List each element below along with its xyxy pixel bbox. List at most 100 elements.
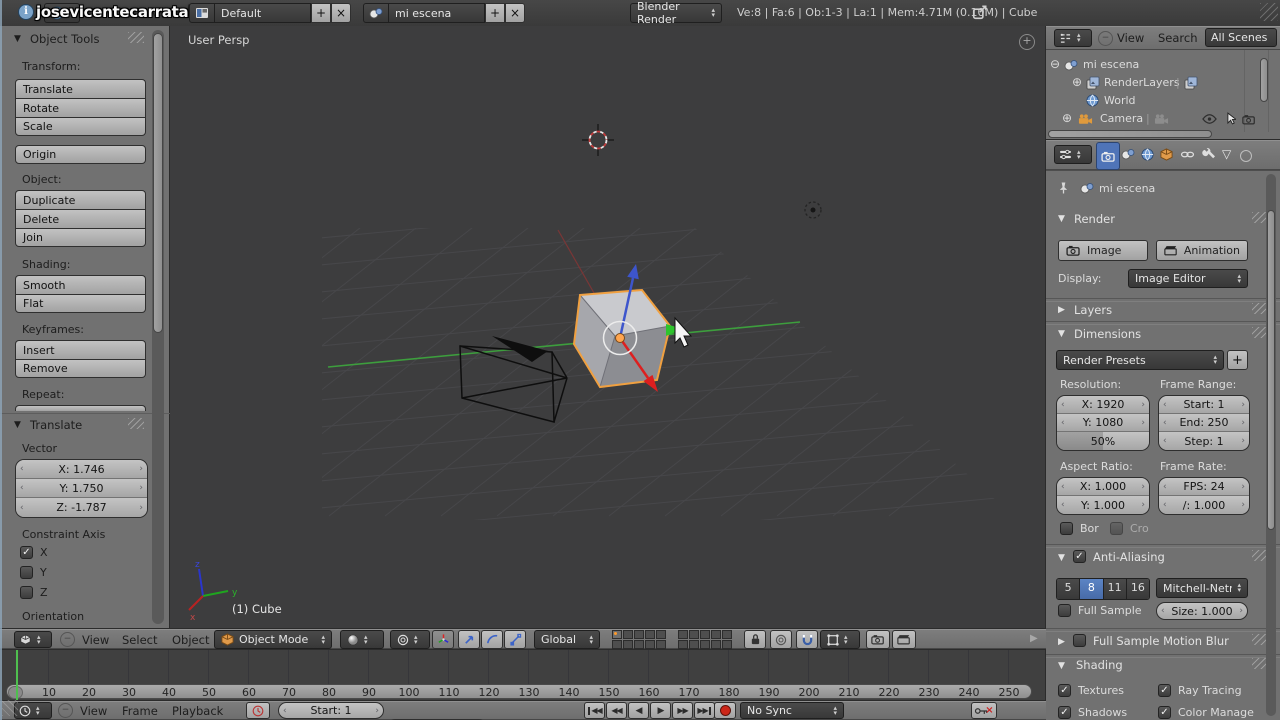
- outliner-row-world[interactable]: World: [1046, 92, 1280, 110]
- outliner-filter-dropdown[interactable]: All Scenes: [1205, 28, 1277, 47]
- tab-constraints[interactable]: [1180, 149, 1195, 160]
- render-panel-title[interactable]: Render: [1074, 212, 1115, 226]
- collapse-menus-icon[interactable]: −: [58, 703, 73, 718]
- menu-timeline-frame[interactable]: Frame: [122, 704, 158, 718]
- manipulator-rotate-button[interactable]: [481, 630, 503, 649]
- layout-name-field[interactable]: Default: [215, 3, 311, 23]
- object-tools-collapse[interactable]: ▼: [14, 34, 21, 44]
- menu-timeline-view[interactable]: View: [80, 704, 107, 718]
- tab-render[interactable]: [1096, 142, 1120, 170]
- smooth-button[interactable]: Smooth: [15, 275, 146, 294]
- scene-delete-button[interactable]: ×: [505, 3, 525, 23]
- jump-to-end-button[interactable]: ▶ ▶: [694, 702, 715, 719]
- aspect-x-field[interactable]: ‹ X: 1.000 ›: [1057, 478, 1149, 496]
- pivot-point-dropdown[interactable]: ▴ ▾: [390, 630, 430, 649]
- expand-icon[interactable]: ⊕: [1062, 111, 1072, 125]
- crop-checkbox[interactable]: [1110, 522, 1123, 535]
- mb-panel-collapse[interactable]: ▶: [1058, 637, 1065, 647]
- duplicate-button[interactable]: Duplicate: [15, 190, 146, 209]
- current-frame-marker[interactable]: [16, 650, 18, 700]
- tab-modifiers[interactable]: [1202, 148, 1215, 161]
- orientation-dropdown[interactable]: Global ▴ ▾: [534, 630, 600, 649]
- menu-view3d-view[interactable]: View: [82, 633, 109, 647]
- play-button[interactable]: ▶: [650, 702, 671, 719]
- layers-panel-collapse[interactable]: ▶: [1058, 305, 1065, 315]
- dimensions-panel-collapse[interactable]: ▼: [1058, 329, 1065, 339]
- shading-panel-collapse[interactable]: ▼: [1058, 661, 1065, 671]
- outliner-row-renderlayers[interactable]: ⊕ RenderLayers |: [1046, 74, 1280, 92]
- play-reverse-button[interactable]: ◀: [628, 702, 649, 719]
- lamp-object[interactable]: [804, 201, 822, 219]
- tab-object[interactable]: [1160, 148, 1173, 161]
- corner-grip-bottomleft[interactable]: [2, 700, 18, 716]
- outliner-hscrollbar[interactable]: [1048, 130, 1212, 138]
- scene-name-field[interactable]: mi escena: [389, 3, 485, 23]
- jump-to-start-button[interactable]: ◀ ◀: [584, 702, 605, 719]
- aa-samples-11[interactable]: 11: [1103, 579, 1127, 599]
- layer-grid-2[interactable]: [678, 630, 732, 649]
- frame-start-prop-field[interactable]: ‹ Start: 1 ›: [1159, 396, 1249, 414]
- collapse-menus-icon[interactable]: −: [60, 632, 75, 647]
- shading-panel-title[interactable]: Shading: [1076, 658, 1123, 672]
- tab-data[interactable]: ▽: [1222, 147, 1231, 161]
- render-presets-dropdown[interactable]: Render Presets ▴ ▾: [1056, 350, 1224, 370]
- preset-add-button[interactable]: +: [1227, 350, 1248, 370]
- menu-timeline-playback[interactable]: Playback: [172, 704, 223, 718]
- delete-button[interactable]: Delete: [15, 209, 146, 228]
- snap-toggle-button[interactable]: [796, 630, 818, 649]
- translate-panel-title[interactable]: Translate: [30, 418, 82, 432]
- tool-shelf-scrollbar-thumb[interactable]: [153, 33, 163, 333]
- translate-button[interactable]: Translate: [15, 79, 146, 98]
- editor-type-selector-timeline[interactable]: ▴ ▾: [14, 702, 52, 719]
- editor-type-selector-properties[interactable]: ▴ ▾: [1054, 145, 1092, 164]
- full-sample-checkbox[interactable]: [1058, 604, 1071, 617]
- aa-size-field[interactable]: ‹ Size: 1.000 ›: [1156, 602, 1248, 620]
- vector-z-field[interactable]: ‹ Z: -1.787 ›: [16, 498, 147, 517]
- aa-enable-checkbox[interactable]: ✓: [1073, 550, 1086, 563]
- viewport-canvas[interactable]: z y x: [170, 26, 1046, 628]
- window-duplicate-button[interactable]: [972, 4, 992, 22]
- resolution-percentage-slider[interactable]: 50%: [1057, 432, 1149, 450]
- raytracing-checkbox[interactable]: ✓: [1158, 684, 1171, 697]
- colormanage-checkbox[interactable]: ✓: [1158, 706, 1171, 719]
- region-plus-icon[interactable]: +: [1019, 34, 1035, 50]
- manipulator-scale-button[interactable]: [504, 630, 526, 649]
- rotate-button[interactable]: Rotate: [15, 98, 146, 117]
- viewport-3d[interactable]: z y x User Persp (1) Cube +: [170, 26, 1046, 628]
- tab-scene[interactable]: [1121, 148, 1135, 160]
- collapse-icon[interactable]: ⊖: [1050, 57, 1060, 71]
- mb-panel-title[interactable]: Full Sample Motion Blur: [1093, 634, 1229, 648]
- outliner-camera-label[interactable]: Camera: [1100, 112, 1143, 125]
- aa-filter-dropdown[interactable]: Mitchell-Netr ▴ ▾: [1156, 578, 1248, 598]
- outliner-world-label[interactable]: World: [1104, 94, 1136, 107]
- aa-samples-8[interactable]: 8: [1080, 579, 1104, 599]
- properties-scrollbar-thumb[interactable]: [1267, 210, 1275, 530]
- translate-panel-collapse[interactable]: ▼: [14, 420, 21, 430]
- aa-panel-title[interactable]: Anti-Aliasing: [1093, 550, 1165, 564]
- scale-button[interactable]: Scale: [15, 117, 146, 136]
- expand-icon[interactable]: ⊕: [1072, 75, 1082, 89]
- resolution-x-field[interactable]: ‹ X: 1920 ›: [1057, 396, 1149, 414]
- proportional-edit-button[interactable]: [770, 630, 792, 649]
- render-engine-dropdown[interactable]: Blender Render ▴ ▾: [630, 0, 722, 26]
- manipulator-translate-button[interactable]: [458, 630, 480, 649]
- next-keyframe-button[interactable]: ▶ ▶: [672, 702, 693, 719]
- menu-view3d-select[interactable]: Select: [122, 633, 157, 647]
- render-image-button[interactable]: Image: [1058, 240, 1148, 261]
- layout-delete-button[interactable]: ×: [331, 3, 351, 23]
- constraint-y-checkbox[interactable]: [20, 566, 33, 579]
- flat-button[interactable]: Flat: [15, 294, 146, 313]
- panel-drag-widget[interactable]: [128, 32, 144, 43]
- render-panel-collapse[interactable]: ▼: [1058, 214, 1065, 224]
- use-preview-range-button[interactable]: [246, 702, 270, 719]
- header-overflow-arrow[interactable]: ▶: [1030, 633, 1038, 644]
- panel-drag-widget[interactable]: [128, 418, 144, 429]
- layout-browse-button[interactable]: [189, 3, 215, 23]
- outliner-renderlayers-label[interactable]: RenderLayers: [1104, 76, 1180, 89]
- tab-world[interactable]: [1141, 148, 1154, 161]
- prev-keyframe-button[interactable]: ◀ ◀: [606, 702, 627, 719]
- outliner-vscrollbar[interactable]: [1260, 58, 1268, 102]
- sync-mode-dropdown[interactable]: No Sync ▴ ▾: [740, 702, 844, 719]
- eye-icon[interactable]: [1202, 114, 1217, 124]
- scene-browse-button[interactable]: [363, 3, 389, 23]
